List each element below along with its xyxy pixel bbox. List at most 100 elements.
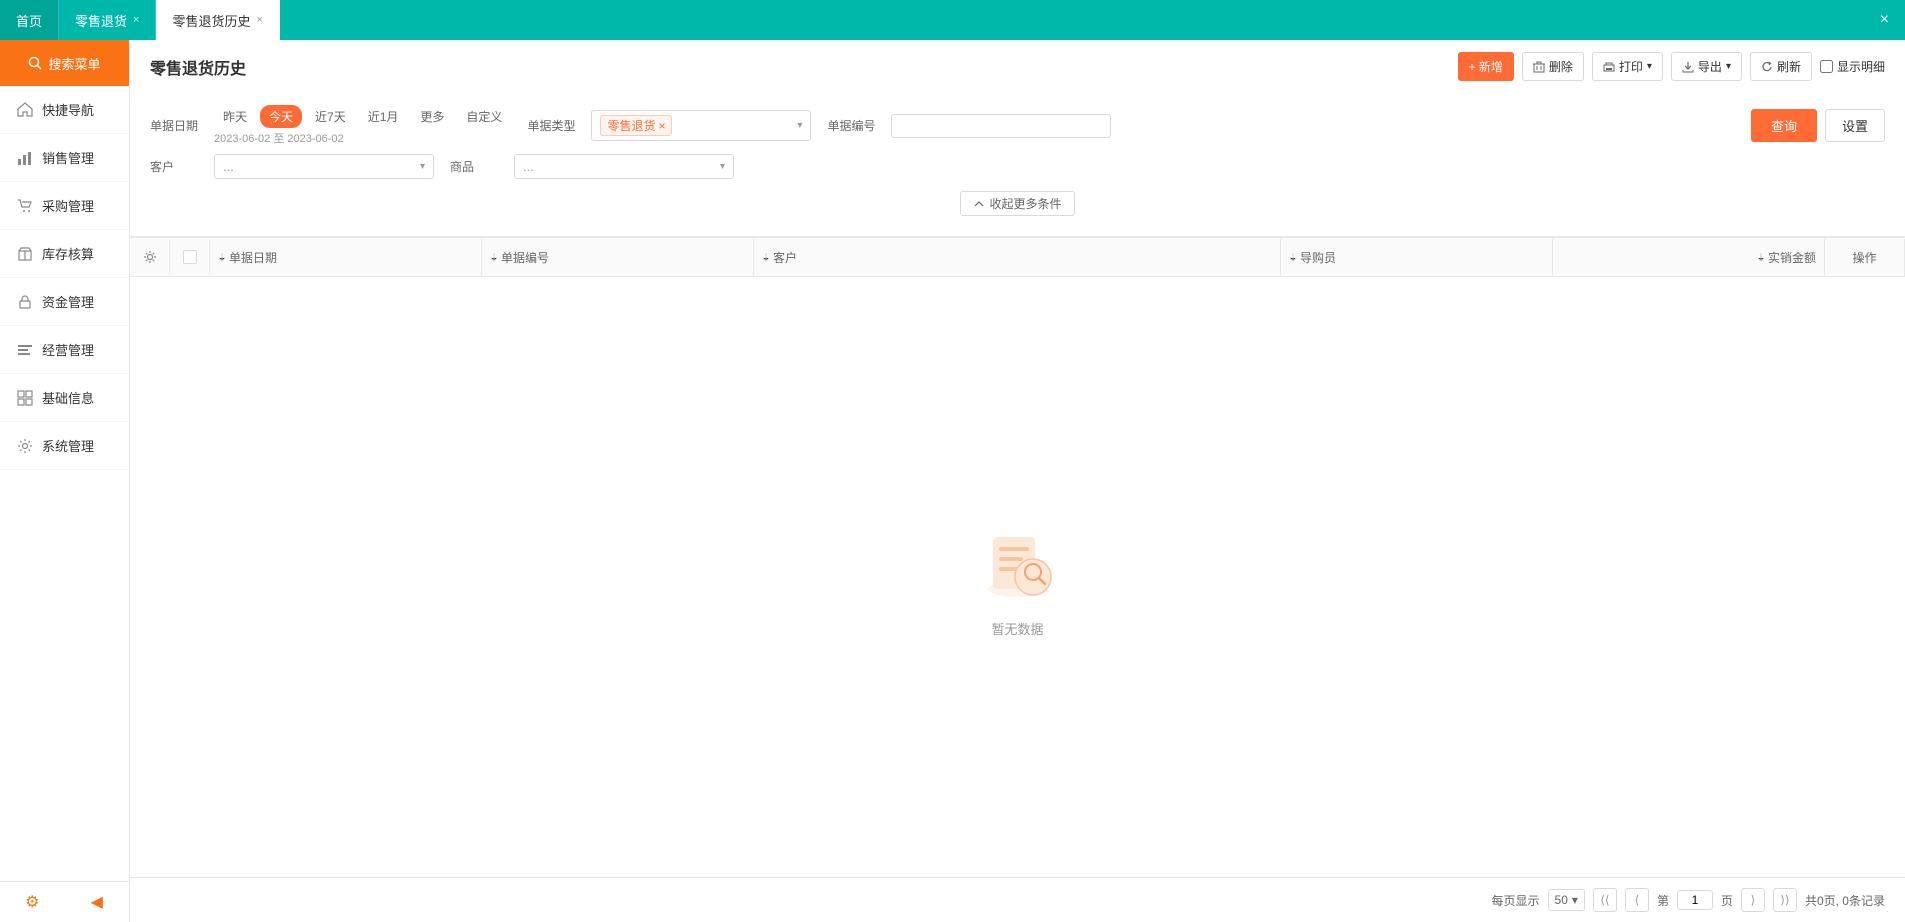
filter-customer-placeholder: ... <box>223 159 234 174</box>
sidebar-item-sales-mgmt[interactable]: 销售管理 <box>0 134 129 182</box>
first-page-btn[interactable]: ⟨⟨ <box>1593 888 1617 912</box>
filter-customer-select[interactable]: ... ▾ <box>214 154 434 179</box>
per-page-select[interactable]: 50 ▾ <box>1548 889 1585 911</box>
display-detail-checkbox[interactable]: 显示明细 <box>1820 58 1885 75</box>
per-page-arrow: ▾ <box>1572 893 1578 907</box>
search-icon <box>28 56 42 70</box>
goods-select-arrow: ▾ <box>720 161 725 172</box>
sort-icon-customer <box>762 252 770 262</box>
th-action-label: 操作 <box>1852 249 1876 266</box>
pagination: 每页显示 50 ▾ ⟨⟨ ⟨ 第 页 ⟩ ⟩⟩ 共0页, 0条记录 <box>130 877 1905 922</box>
tab-retail-return-history-label: 零售退货历史 <box>172 11 250 30</box>
filter-area: 单据日期 昨天 今天 近7天 近1月 更多 自定义 2023-06-02 至 2… <box>150 93 1885 236</box>
refresh-btn[interactable]: 刷新 <box>1750 52 1812 81</box>
chart-icon <box>16 149 34 167</box>
sidebar-item-operations-mgmt-label: 经营管理 <box>42 340 94 359</box>
sidebar: 搜索菜单 快捷导航 销售管理 采购管理 库存核算 <box>0 40 130 922</box>
tab-retail-return-label: 零售退货 <box>75 11 127 30</box>
sidebar-search-btn[interactable]: 搜索菜单 <box>0 40 129 86</box>
collapse-row: 收起更多条件 <box>150 187 1885 224</box>
th-customer-label: 客户 <box>773 249 797 266</box>
th-amount-label: 实销金额 <box>1768 249 1816 266</box>
th-num[interactable]: 单据编号 <box>482 239 754 276</box>
filter-row-1: 单据日期 昨天 今天 近7天 近1月 更多 自定义 2023-06-02 至 2… <box>150 105 1885 146</box>
sidebar-item-finance-mgmt[interactable]: 资金管理 <box>0 278 129 326</box>
sidebar-item-purchase-mgmt[interactable]: 采购管理 <box>0 182 129 230</box>
doctype-select-arrow: ▾ <box>797 120 802 131</box>
th-checkbox[interactable] <box>170 240 210 274</box>
sort-icon-amount <box>1757 252 1765 262</box>
date-btn-yesterday[interactable]: 昨天 <box>214 105 256 128</box>
filter-doctype-label: 单据类型 <box>527 117 583 134</box>
th-customer[interactable]: 客户 <box>754 239 1281 276</box>
tab-retail-return-history-close[interactable]: × <box>256 14 262 26</box>
grid-icon <box>16 389 34 407</box>
settings-icon <box>16 437 34 455</box>
date-btn-7days[interactable]: 近7天 <box>306 105 355 128</box>
page-number-input[interactable] <box>1677 890 1713 910</box>
th-guide[interactable]: 导购员 <box>1281 239 1553 276</box>
sidebar-item-system-mgmt[interactable]: 系统管理 <box>0 422 129 470</box>
th-settings[interactable] <box>130 240 170 274</box>
sidebar-item-basic-info[interactable]: 基础信息 <box>0 374 129 422</box>
select-all-checkbox[interactable] <box>183 250 197 264</box>
content-area: 零售退货历史 + 新增 删除 打印 ▾ 导出 ▾ <box>130 40 1905 922</box>
filter-settings-btn[interactable]: 设置 <box>1825 109 1885 142</box>
sidebar-item-operations-mgmt[interactable]: 经营管理 <box>0 326 129 374</box>
query-btn[interactable]: 查询 <box>1751 109 1817 142</box>
empty-state: 暂无数据 <box>130 277 1905 877</box>
action-btn-group: 查询 设置 <box>1751 109 1885 142</box>
th-action: 操作 <box>1825 239 1905 276</box>
sidebar-search-label: 搜索菜单 <box>48 54 100 73</box>
date-btn-more[interactable]: 更多 <box>411 105 453 128</box>
th-date[interactable]: 单据日期 <box>210 239 482 276</box>
prev-page-btn[interactable]: ⟨ <box>1625 888 1649 912</box>
home-icon <box>16 101 34 119</box>
print-btn[interactable]: 打印 ▾ <box>1592 52 1663 81</box>
export-btn[interactable]: 导出 ▾ <box>1671 52 1742 81</box>
export-btn-label: 导出 <box>1698 58 1722 75</box>
tab-list: 首页 零售退货 × 零售退货历史 × <box>0 0 1864 40</box>
tab-retail-return[interactable]: 零售退货 × <box>59 0 156 40</box>
new-btn[interactable]: + 新增 <box>1458 52 1514 81</box>
filter-goods-label: 商品 <box>450 158 506 175</box>
per-page-value: 50 <box>1555 893 1568 907</box>
sidebar-item-inventory[interactable]: 库存核算 <box>0 230 129 278</box>
next-page-btn[interactable]: ⟩ <box>1741 888 1765 912</box>
column-settings-icon[interactable] <box>143 250 157 264</box>
delete-btn[interactable]: 删除 <box>1522 52 1584 81</box>
page-suffix: 页 <box>1721 892 1733 909</box>
date-btn-custom[interactable]: 自定义 <box>457 105 511 128</box>
tab-retail-return-history[interactable]: 零售退货历史 × <box>156 0 279 40</box>
toolbar: + 新增 删除 打印 ▾ 导出 ▾ <box>1458 52 1885 81</box>
filter-goods-item: 商品 ... ▾ <box>450 154 734 179</box>
tab-home[interactable]: 首页 <box>0 0 59 40</box>
last-page-btn[interactable]: ⟩⟩ <box>1773 888 1797 912</box>
doctype-tag: 零售退货 × <box>600 115 672 136</box>
page-title-bar: 零售退货历史 + 新增 删除 打印 ▾ 导出 ▾ <box>150 52 1885 81</box>
main-layout: 搜索菜单 快捷导航 销售管理 采购管理 库存核算 <box>0 40 1905 922</box>
filter-goods-select[interactable]: ... ▾ <box>514 154 734 179</box>
filter-customer-label: 客户 <box>150 158 206 175</box>
filter-doctype-select[interactable]: 零售退货 × ▾ <box>591 110 811 141</box>
collapse-filters-btn[interactable]: 收起更多条件 <box>960 191 1074 216</box>
print-icon <box>1603 61 1615 73</box>
th-amount[interactable]: 实销金额 <box>1553 239 1825 276</box>
delete-btn-label: 删除 <box>1549 58 1573 75</box>
sidebar-item-quick-nav[interactable]: 快捷导航 <box>0 86 129 134</box>
display-detail-input[interactable] <box>1820 60 1833 73</box>
export-icon <box>1682 61 1694 73</box>
topbar-close-btn[interactable]: × <box>1864 11 1905 29</box>
sidebar-item-purchase-mgmt-label: 采购管理 <box>42 196 94 215</box>
date-btn-today[interactable]: 今天 <box>260 105 302 128</box>
sidebar-item-system-mgmt-label: 系统管理 <box>42 436 94 455</box>
sidebar-collapse-btn[interactable]: ◀ <box>65 882 130 922</box>
lock-icon <box>16 293 34 311</box>
sidebar-settings-btn[interactable]: ⚙ <box>0 882 65 922</box>
tab-retail-return-close[interactable]: × <box>133 14 139 26</box>
filter-docnum-input[interactable] <box>891 114 1111 138</box>
doctype-tag-remove[interactable]: × <box>658 119 665 133</box>
sort-icon-guide <box>1289 252 1297 262</box>
date-btn-1month[interactable]: 近1月 <box>359 105 408 128</box>
sidebar-item-inventory-label: 库存核算 <box>42 244 94 263</box>
